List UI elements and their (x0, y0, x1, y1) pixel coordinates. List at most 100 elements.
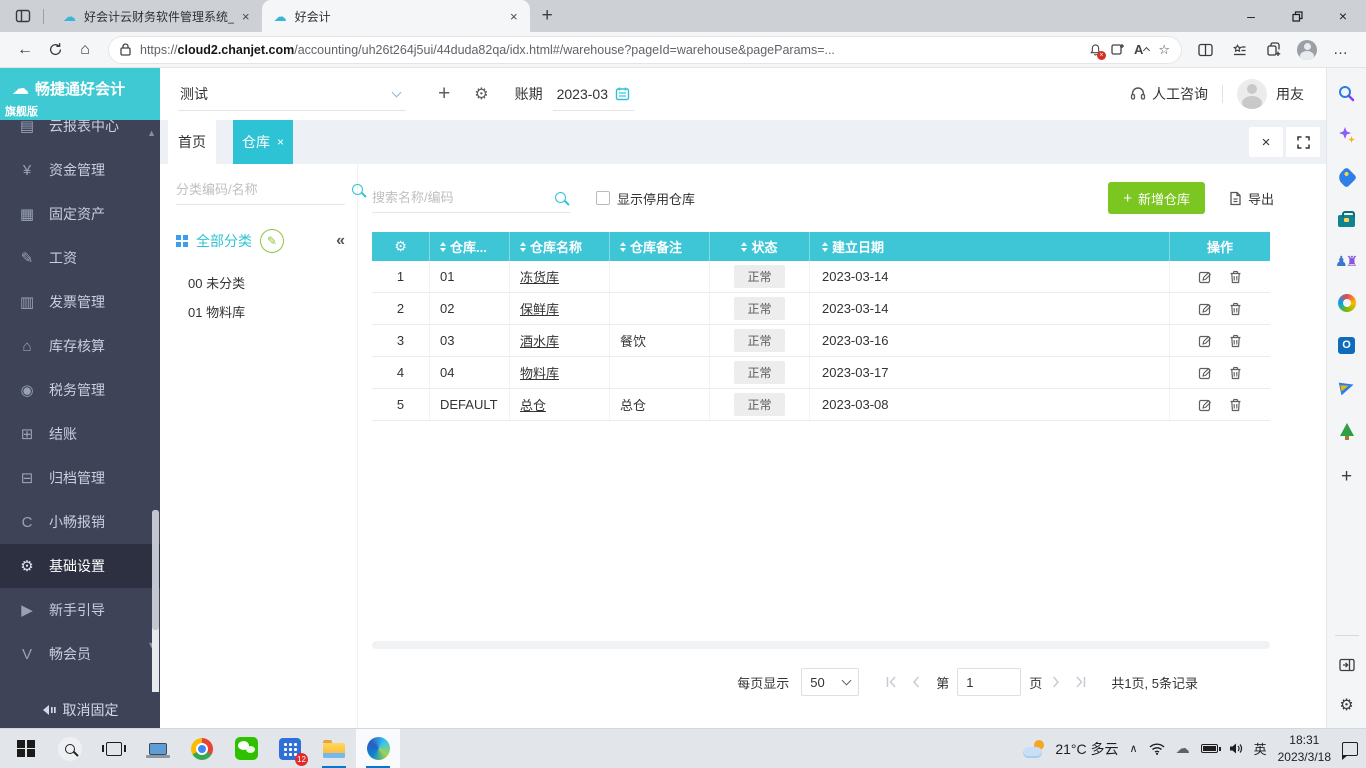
start-button[interactable] (4, 729, 48, 768)
warehouse-name-link[interactable]: 保鲜库 (520, 299, 559, 318)
wifi-icon[interactable] (1149, 742, 1165, 755)
search-icon[interactable] (555, 192, 566, 203)
sidebar-item[interactable]: ▤ 云报表中心 (0, 120, 160, 148)
notifications-blocked-icon[interactable]: × (1089, 43, 1106, 60)
account-select[interactable]: 测试 (178, 77, 406, 111)
add-warehouse-button[interactable]: + 新增仓库 (1108, 182, 1205, 214)
delete-icon[interactable] (1229, 270, 1242, 284)
sidebar-item[interactable]: ⊟ 归档管理 (0, 456, 160, 500)
workspaces-icon[interactable] (10, 3, 36, 29)
back-icon[interactable]: ← (10, 36, 40, 64)
url-text[interactable]: https://cloud2.chanjet.com/accounting/uh… (140, 43, 1080, 57)
edit-category-icon[interactable]: ✎ (260, 229, 284, 253)
sidebar-item[interactable]: ◉ 税务管理 (0, 368, 160, 412)
tab-close-icon[interactable]: × (277, 135, 284, 149)
taskbar-search-icon[interactable] (48, 729, 92, 768)
chrome-icon[interactable] (180, 729, 224, 768)
volume-icon[interactable] (1229, 742, 1243, 755)
clock[interactable]: 18:31 2023/3/18 (1278, 732, 1331, 764)
warehouse-search-input[interactable] (372, 190, 555, 205)
category-search[interactable] (176, 182, 363, 205)
warehouse-name-link[interactable]: 总仓 (520, 395, 546, 414)
more-options-icon[interactable]: … (1326, 36, 1356, 64)
column-header-note[interactable]: 仓库备注 (610, 232, 710, 261)
collapse-panel-icon[interactable]: « (336, 232, 345, 250)
browser-tab-inactive[interactable]: ☁ 好会计云财务软件管理系统_会计 × (51, 0, 262, 32)
per-page-select[interactable]: 50 (801, 668, 860, 696)
column-header-date[interactable]: 建立日期 (810, 232, 1170, 261)
warehouse-name-link[interactable]: 物料库 (520, 363, 559, 382)
games-icon[interactable]: ♟ ♜ (1335, 250, 1358, 272)
unpin-sidebar-button[interactable]: 取消固定 (0, 692, 160, 728)
sort-icon[interactable] (620, 241, 626, 252)
wechat-icon[interactable] (224, 729, 268, 768)
warehouse-name-link[interactable]: 酒水库 (520, 331, 559, 350)
split-screen-icon[interactable] (1190, 36, 1220, 64)
copilot-icon[interactable] (1336, 124, 1358, 146)
browser-tab-active[interactable]: ☁ 好会计 × (261, 0, 530, 32)
add-favorite-icon[interactable]: ☆ (1158, 42, 1170, 58)
sidebar-item[interactable]: ▶ 新手引导 (0, 588, 160, 632)
last-page-icon[interactable] (1075, 676, 1087, 688)
hidden-icons-chevron[interactable]: ∧ (1130, 742, 1138, 755)
text-size-icon[interactable]: A (1134, 42, 1151, 57)
export-button[interactable]: 导出 (1229, 189, 1274, 208)
period-select[interactable]: 2023-03 (552, 77, 634, 111)
shopping-icon[interactable] (1335, 166, 1358, 188)
sidebar-scrollbar[interactable] (152, 510, 159, 692)
category-item[interactable]: 00 未分类 (188, 269, 345, 298)
edit-icon[interactable] (1198, 270, 1212, 284)
menu-scroll-up-icon[interactable]: ▲ (147, 128, 156, 138)
task-view-icon[interactable] (92, 729, 136, 768)
support-button[interactable]: 人工咨询 (1130, 84, 1208, 104)
home-icon[interactable]: ⌂ (70, 36, 100, 64)
warehouse-name-link[interactable]: 冻货库 (520, 267, 559, 286)
delete-icon[interactable] (1229, 334, 1242, 348)
toolbox-icon[interactable] (1336, 208, 1358, 230)
warehouse-search[interactable] (372, 183, 570, 213)
checkbox[interactable] (596, 191, 610, 205)
pc-icon[interactable] (136, 729, 180, 768)
category-item[interactable]: 01 物料库 (188, 298, 345, 327)
input-language[interactable]: 英 (1254, 739, 1267, 758)
search-icon[interactable] (352, 184, 363, 195)
show-disabled-checkbox[interactable]: 显示停用仓库 (596, 189, 695, 208)
battery-icon[interactable] (1200, 744, 1221, 753)
column-header-code[interactable]: 仓库... (430, 232, 510, 261)
category-all-label[interactable]: 全部分类 (196, 231, 252, 251)
next-page-icon[interactable] (1052, 676, 1061, 688)
delete-icon[interactable] (1229, 366, 1242, 380)
horizontal-scrollbar[interactable] (372, 641, 1270, 649)
sidebar-item[interactable]: ✎ 工资 (0, 236, 160, 280)
open-sidebar-icon[interactable] (1336, 654, 1358, 676)
sidebar-settings-icon[interactable]: ⚙ (1336, 694, 1358, 716)
profile-avatar[interactable] (1292, 36, 1322, 64)
tab-home[interactable]: 首页 (168, 120, 216, 164)
tab-close-icon[interactable]: × (242, 10, 250, 23)
copy-plus-icon[interactable] (1258, 36, 1288, 64)
microsoft365-icon[interactable] (1336, 292, 1358, 314)
file-explorer-icon[interactable] (312, 729, 356, 768)
minimize-button[interactable]: – (1228, 0, 1274, 32)
sort-icon[interactable] (741, 241, 748, 252)
column-settings-icon[interactable]: ⚙ (394, 238, 407, 255)
add-sidebar-app-icon[interactable]: + (1336, 466, 1358, 488)
sidebar-item[interactable]: ⚙ 基础设置 (0, 544, 160, 588)
column-header-status[interactable]: 状态 (710, 232, 810, 261)
delete-icon[interactable] (1229, 398, 1242, 412)
outlook-icon[interactable]: O (1336, 334, 1358, 356)
fullscreen-icon[interactable] (1286, 127, 1320, 157)
sidebar-item[interactable]: ▦ 固定资产 (0, 192, 160, 236)
weather-widget[interactable]: 21°C 多云 (1023, 739, 1119, 759)
onedrive-icon[interactable]: ☁ (1176, 740, 1190, 757)
grid-plus-icon[interactable] (1111, 43, 1125, 57)
settings-gear-icon[interactable]: ⚙ (474, 84, 488, 104)
user-menu[interactable]: 用友 (1237, 79, 1304, 109)
paper-plane-icon[interactable] (1336, 376, 1358, 398)
lock-icon[interactable] (120, 43, 131, 56)
tab-close-icon[interactable]: × (510, 10, 518, 23)
new-tab-button[interactable]: + (542, 5, 553, 27)
address-bar[interactable]: https://cloud2.chanjet.com/accounting/uh… (108, 35, 1182, 64)
sort-icon[interactable] (822, 241, 828, 252)
column-header-name[interactable]: 仓库名称 (510, 232, 610, 261)
